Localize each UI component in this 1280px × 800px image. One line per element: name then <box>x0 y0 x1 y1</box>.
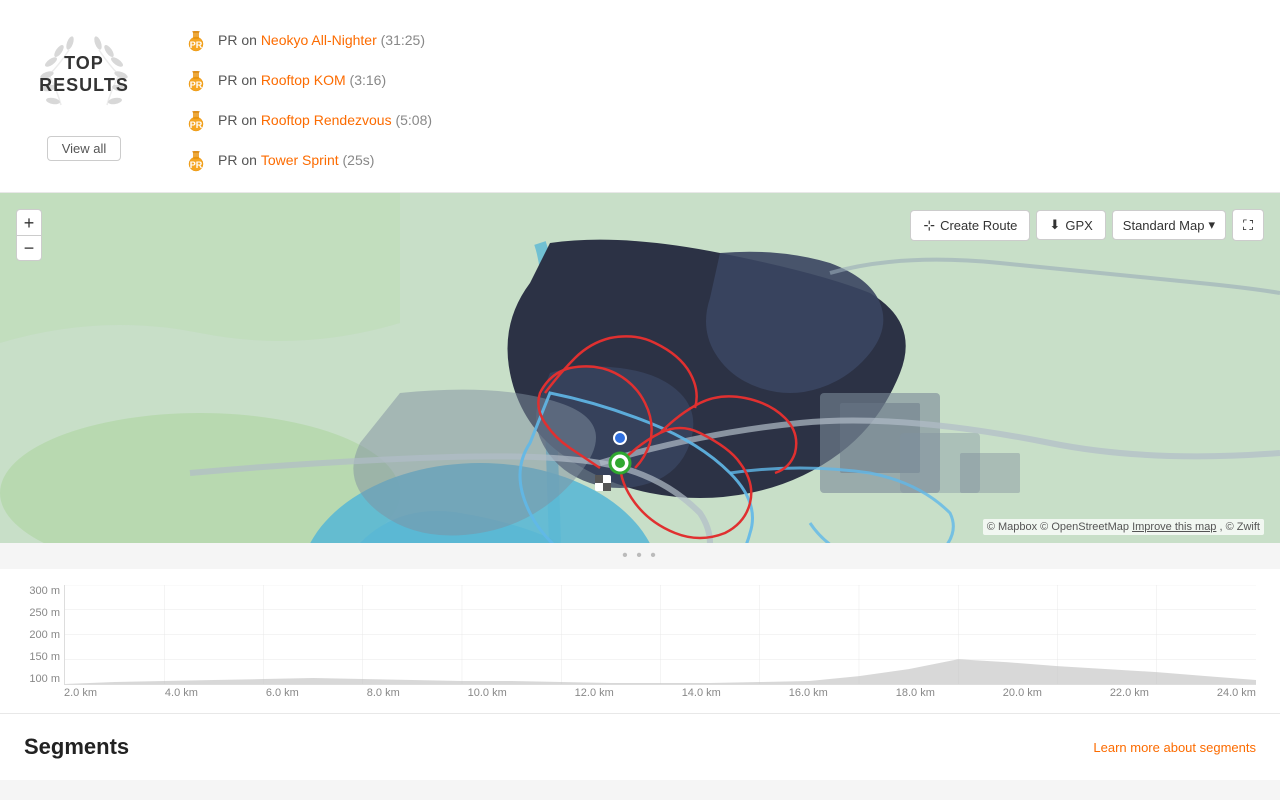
elevation-y-labels: 300 m 250 m 200 m 150 m 100 m <box>22 585 60 685</box>
result-link[interactable]: Neokyo All-Nighter <box>261 32 377 48</box>
segments-section: Segments Learn more about segments <box>0 714 1280 780</box>
elev-x-label: 6.0 km <box>266 687 299 705</box>
medal-icon: PR <box>184 68 208 92</box>
result-text: PR on Rooftop Rendezvous (5:08) <box>218 112 432 128</box>
zwift-credit: , © Zwift <box>1220 521 1261 533</box>
trophy-text: TOP RESULTS <box>39 53 129 96</box>
result-text: PR on Tower Sprint (25s) <box>218 152 374 168</box>
svg-text:PR: PR <box>190 160 203 170</box>
svg-text:PR: PR <box>190 40 203 50</box>
result-text: PR on Neokyo All-Nighter (31:25) <box>218 32 425 48</box>
elev-y-label: 150 m <box>22 651 60 663</box>
elev-x-label: 24.0 km <box>1217 687 1256 705</box>
elev-x-label: 16.0 km <box>789 687 828 705</box>
trophy-block: TOP RESULTS View all <box>24 20 144 161</box>
fullscreen-icon: ⛶ <box>1243 217 1253 234</box>
drag-handle[interactable]: • • • <box>0 543 1280 569</box>
result-time: (31:25) <box>377 32 425 48</box>
svg-text:PR: PR <box>190 80 203 90</box>
svg-text:PR: PR <box>190 120 203 130</box>
elevation-grid-svg <box>65 585 1256 684</box>
learn-more-link[interactable]: Learn more about segments <box>1093 740 1256 755</box>
elev-x-label: 18.0 km <box>896 687 935 705</box>
elev-x-label: 12.0 km <box>575 687 614 705</box>
map-zoom-controls: + − <box>16 209 42 261</box>
medal-icon: PR <box>184 108 208 132</box>
map-background <box>0 193 1280 543</box>
result-text: PR on Rooftop KOM (3:16) <box>218 72 386 88</box>
result-item: PR PR on Tower Sprint (25s) <box>184 148 1256 172</box>
chevron-down-icon: ▾ <box>1208 217 1215 233</box>
standard-map-button[interactable]: Standard Map ▾ <box>1112 210 1226 240</box>
result-link[interactable]: Tower Sprint <box>261 152 339 168</box>
map-container: + − ⊹ Create Route ⬇ GPX Standard Map ▾ … <box>0 193 1280 543</box>
segments-title: Segments <box>24 734 129 760</box>
result-time: (5:08) <box>392 112 432 128</box>
elev-y-label: 100 m <box>22 673 60 685</box>
laurel-wrapper: TOP RESULTS <box>29 20 139 130</box>
elev-y-label: 250 m <box>22 607 60 619</box>
elevation-x-labels: 2.0 km 4.0 km 6.0 km 8.0 km 10.0 km 12.0 km 14… <box>64 687 1256 705</box>
top-results-title-line2: RESULTS <box>39 75 129 97</box>
medal-icon: PR <box>184 148 208 172</box>
zoom-in-button[interactable]: + <box>16 209 42 235</box>
route-icon: ⊹ <box>923 217 935 234</box>
view-all-button[interactable]: View all <box>47 136 122 161</box>
elev-x-label: 22.0 km <box>1110 687 1149 705</box>
top-results-title-line1: TOP <box>39 53 129 75</box>
result-item: PR PR on Rooftop Rendezvous (5:08) <box>184 108 1256 132</box>
elev-y-label: 200 m <box>22 629 60 641</box>
elev-y-label: 300 m <box>22 585 60 597</box>
elev-x-label: 4.0 km <box>165 687 198 705</box>
result-item: PR PR on Rooftop KOM (3:16) <box>184 68 1256 92</box>
elev-x-label: 20.0 km <box>1003 687 1042 705</box>
create-route-button[interactable]: ⊹ Create Route <box>910 210 1030 241</box>
gpx-label: GPX <box>1065 218 1092 233</box>
elev-x-label: 14.0 km <box>682 687 721 705</box>
download-icon: ⬇ <box>1049 217 1060 233</box>
elev-x-label: 10.0 km <box>468 687 507 705</box>
mapbox-credit: © Mapbox © OpenStreetMap <box>987 521 1129 533</box>
elev-x-label: 8.0 km <box>367 687 400 705</box>
map-toolbar: ⊹ Create Route ⬇ GPX Standard Map ▾ ⛶ <box>910 209 1264 241</box>
elev-x-label: 2.0 km <box>64 687 97 705</box>
standard-map-label: Standard Map <box>1123 218 1205 233</box>
result-time: (25s) <box>339 152 375 168</box>
map-section: + − ⊹ Create Route ⬇ GPX Standard Map ▾ … <box>0 193 1280 543</box>
create-route-label: Create Route <box>940 218 1017 233</box>
result-link[interactable]: Rooftop KOM <box>261 72 346 88</box>
result-time: (3:16) <box>346 72 386 88</box>
elevation-section: 300 m 250 m 200 m 150 m 100 m <box>0 569 1280 714</box>
result-link[interactable]: Rooftop Rendezvous <box>261 112 392 128</box>
top-results-section: TOP RESULTS View all PR PR on Neokyo All… <box>0 0 1280 193</box>
zoom-out-button[interactable]: − <box>16 235 42 261</box>
gpx-button[interactable]: ⬇ GPX <box>1036 210 1105 240</box>
result-item: PR PR on Neokyo All-Nighter (31:25) <box>184 28 1256 52</box>
segments-header: Segments Learn more about segments <box>24 734 1256 760</box>
improve-map-link[interactable]: Improve this map <box>1132 521 1216 533</box>
results-list: PR PR on Neokyo All-Nighter (31:25) PR P… <box>184 20 1256 172</box>
elevation-chart: 300 m250 m200 m150 m100 m <box>64 585 1256 705</box>
drag-dots-icon: • • • <box>622 547 658 565</box>
medal-icon: PR <box>184 28 208 52</box>
elevation-grid <box>64 585 1256 685</box>
fullscreen-button[interactable]: ⛶ <box>1232 209 1264 241</box>
map-attribution: © Mapbox © OpenStreetMap Improve this ma… <box>983 519 1264 535</box>
